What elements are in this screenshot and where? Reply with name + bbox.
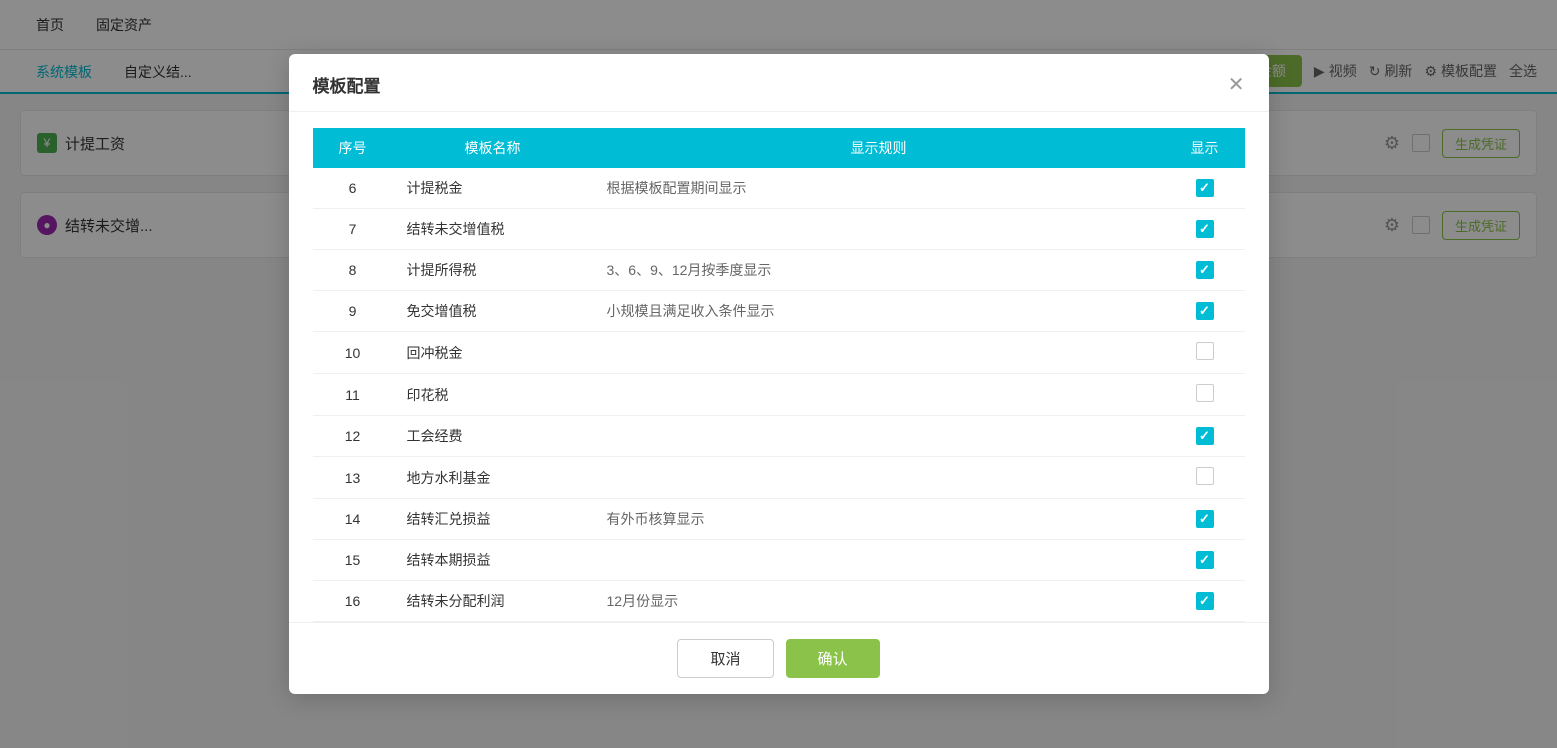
col-header-rule: 显示规则 [593,128,1165,168]
cell-rule [593,457,1165,499]
cell-checkbox [1165,416,1245,457]
table-row: 10回冲税金 [313,332,1245,374]
config-table: 序号 模板名称 显示规则 显示 6计提税金根据模板配置期间显示7结转未交增值税8… [313,128,1245,622]
checkbox-item[interactable] [1196,467,1214,485]
col-header-display: 显示 [1165,128,1245,168]
cell-checkbox [1165,540,1245,581]
table-scroll[interactable]: 序号 模板名称 显示规则 显示 6计提税金根据模板配置期间显示7结转未交增值税8… [313,128,1245,622]
cell-rule: 有外币核算显示 [593,499,1165,540]
cell-id: 14 [313,499,393,540]
cell-id: 9 [313,291,393,332]
table-row: 6计提税金根据模板配置期间显示 [313,168,1245,209]
table-row: 9免交增值税小规模且满足收入条件显示 [313,291,1245,332]
col-header-name: 模板名称 [393,128,593,168]
cell-rule: 3、6、9、12月按季度显示 [593,250,1165,291]
table-row: 15结转本期损益 [313,540,1245,581]
confirm-button[interactable]: 确认 [786,639,880,678]
cell-name: 印花税 [393,374,593,416]
checkbox-item[interactable] [1196,427,1214,445]
cell-checkbox [1165,209,1245,250]
modal-body: 序号 模板名称 显示规则 显示 6计提税金根据模板配置期间显示7结转未交增值税8… [289,112,1269,622]
cell-name: 结转汇兑损益 [393,499,593,540]
modal-title: 模板配置 [313,72,381,97]
table-row: 12工会经费 [313,416,1245,457]
checkbox-item[interactable] [1196,342,1214,360]
checkbox-item[interactable] [1196,179,1214,197]
cell-id: 15 [313,540,393,581]
modal-overlay: 模板配置 ✕ 序号 模板名称 显示规则 显示 6计提税金根据模板配置期间显 [0,0,1557,748]
cell-id: 8 [313,250,393,291]
cell-rule: 小规模且满足收入条件显示 [593,291,1165,332]
checkbox-item[interactable] [1196,510,1214,528]
modal-header: 模板配置 ✕ [289,54,1269,112]
cancel-button[interactable]: 取消 [677,639,773,678]
cell-rule [593,540,1165,581]
cell-checkbox [1165,291,1245,332]
checkbox-item[interactable] [1196,302,1214,320]
cell-name: 工会经费 [393,416,593,457]
cell-name: 结转本期损益 [393,540,593,581]
checkbox-item[interactable] [1196,551,1214,569]
cell-checkbox [1165,250,1245,291]
cell-id: 7 [313,209,393,250]
cell-name: 结转未交增值税 [393,209,593,250]
checkbox-item[interactable] [1196,220,1214,238]
cell-name: 回冲税金 [393,332,593,374]
cell-rule [593,209,1165,250]
modal-close-button[interactable]: ✕ [1228,75,1245,95]
checkbox-item[interactable] [1196,592,1214,610]
modal-template-config: 模板配置 ✕ 序号 模板名称 显示规则 显示 6计提税金根据模板配置期间显 [289,54,1269,694]
cell-checkbox [1165,499,1245,540]
checkbox-item[interactable] [1196,384,1214,402]
table-row: 11印花税 [313,374,1245,416]
cell-rule [593,416,1165,457]
cell-id: 10 [313,332,393,374]
table-header-row: 序号 模板名称 显示规则 显示 [313,128,1245,168]
cell-checkbox [1165,332,1245,374]
cell-checkbox [1165,168,1245,209]
cell-checkbox [1165,374,1245,416]
table-row: 7结转未交增值税 [313,209,1245,250]
modal-footer: 取消 确认 [289,622,1269,694]
cell-id: 6 [313,168,393,209]
table-row: 13地方水利基金 [313,457,1245,499]
cell-id: 12 [313,416,393,457]
cell-rule: 根据模板配置期间显示 [593,168,1165,209]
cell-rule: 12月份显示 [593,581,1165,622]
table-row: 14结转汇兑损益有外币核算显示 [313,499,1245,540]
cell-rule [593,332,1165,374]
col-header-id: 序号 [313,128,393,168]
cell-name: 结转未分配利润 [393,581,593,622]
cell-id: 16 [313,581,393,622]
checkbox-item[interactable] [1196,261,1214,279]
cell-name: 计提税金 [393,168,593,209]
table-row: 8计提所得税3、6、9、12月按季度显示 [313,250,1245,291]
cell-rule [593,374,1165,416]
cell-name: 计提所得税 [393,250,593,291]
cell-name: 地方水利基金 [393,457,593,499]
cell-id: 11 [313,374,393,416]
cell-checkbox [1165,581,1245,622]
cell-id: 13 [313,457,393,499]
table-row: 16结转未分配利润12月份显示 [313,581,1245,622]
cell-name: 免交增值税 [393,291,593,332]
cell-checkbox [1165,457,1245,499]
